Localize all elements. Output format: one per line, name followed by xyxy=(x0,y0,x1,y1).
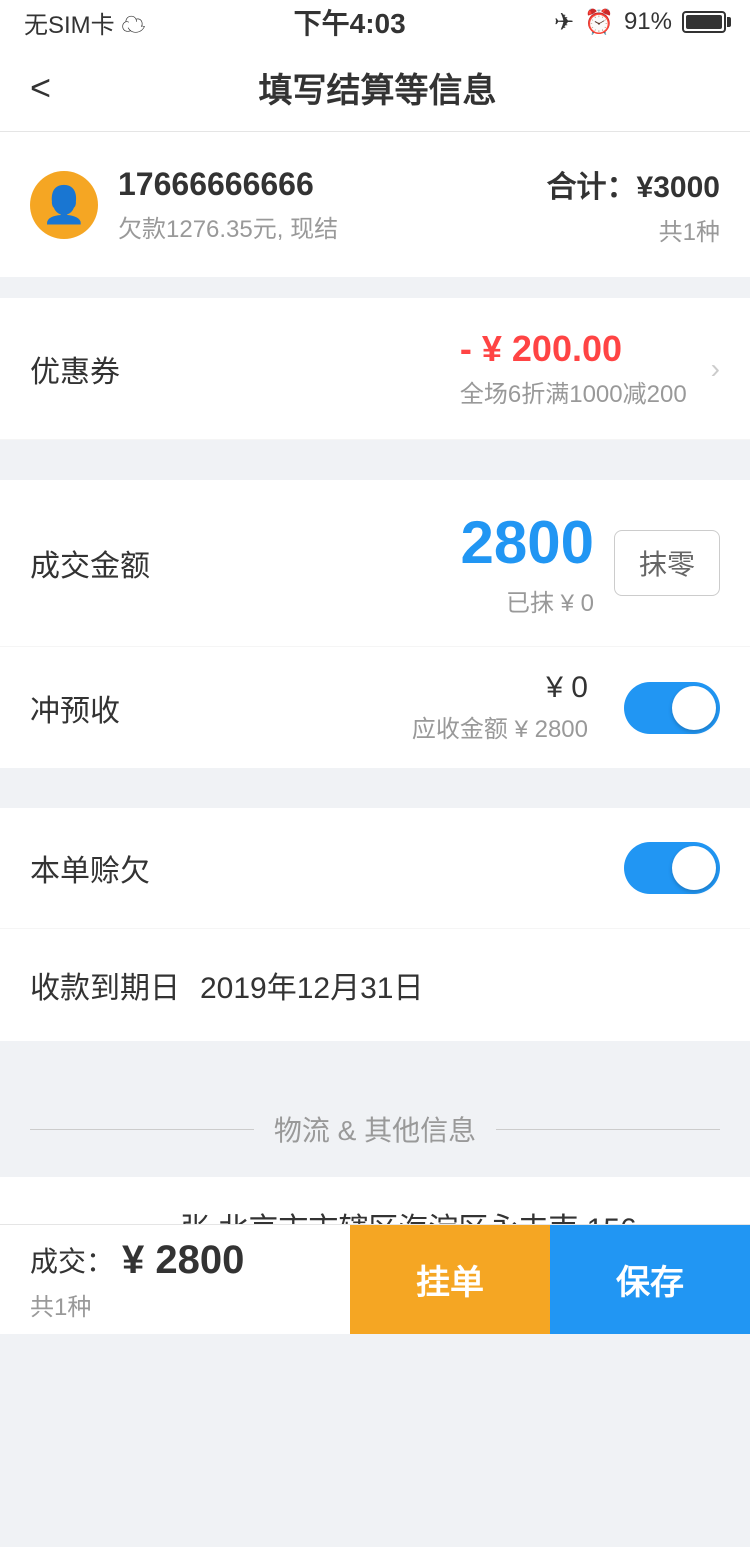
hang-button[interactable]: 挂单 xyxy=(350,1225,550,1334)
credit-row: 本单赊欠 xyxy=(0,808,750,928)
coupon-desc: 全场6折满1000减200 xyxy=(460,374,687,409)
save-button[interactable]: 保存 xyxy=(550,1225,750,1334)
customer-sub: 欠款1276.35元, 现结 xyxy=(118,209,547,244)
coupon-info: - ¥ 200.00 全场6折满1000减200 xyxy=(460,328,687,409)
total-amount: 合计：¥3000 xyxy=(547,162,720,206)
footer-bar: 成交： ¥ 2800 共1种 挂单 保存 xyxy=(0,1224,750,1334)
round-zero-button[interactable]: 抹零 xyxy=(614,530,720,596)
deal-amount-value: 2800 xyxy=(461,508,594,577)
credit-toggle[interactable] xyxy=(624,842,720,894)
footer-count: 共1种 xyxy=(30,1287,320,1322)
prepayment-amount: ¥ 0 xyxy=(412,671,588,705)
deal-amount-info: 2800 已抹 ¥ 0 xyxy=(461,508,594,618)
logistics-text: 物流 & 其他信息 xyxy=(274,1109,476,1149)
credit-label: 本单赊欠 xyxy=(30,846,150,890)
logistics-line-left xyxy=(30,1129,254,1130)
prepayment-info: ¥ 0 应收金额 ¥ 2800 xyxy=(412,671,588,744)
divider-1 xyxy=(0,460,750,480)
footer-amount: ¥ 2800 xyxy=(122,1238,244,1283)
coupon-section: 优惠券 - ¥ 200.00 全场6折满1000减200 › xyxy=(0,298,750,440)
prepayment-right: ¥ 0 应收金额 ¥ 2800 xyxy=(412,671,720,744)
credit-toggle-thumb xyxy=(672,846,716,890)
coupon-right: - ¥ 200.00 全场6折满1000减200 › xyxy=(460,328,720,409)
status-left: 无SIM卡 ☁ xyxy=(24,5,145,40)
divider-2 xyxy=(0,788,750,808)
page-title: 填写结算等信息 xyxy=(71,63,684,112)
nav-bar: < 填写结算等信息 xyxy=(0,44,750,132)
back-button[interactable]: < xyxy=(30,67,51,109)
toggle-thumb xyxy=(672,686,716,730)
battery-percent: 91% xyxy=(624,8,672,36)
time-label: 下午4:03 xyxy=(294,2,406,42)
avatar-icon: 👤 xyxy=(42,184,87,226)
avatar: 👤 xyxy=(30,171,98,239)
logistics-line-right xyxy=(496,1129,720,1130)
deal-amount-label: 成交金额 xyxy=(30,541,150,585)
prepayment-row: 冲预收 ¥ 0 应收金额 ¥ 2800 xyxy=(0,646,750,768)
location-icon: ✈ xyxy=(554,8,574,37)
deal-right: 2800 已抹 ¥ 0 抹零 xyxy=(461,508,721,618)
alarm-icon: ⏰ xyxy=(584,8,614,37)
prepayment-label: 冲预收 xyxy=(30,686,120,730)
customer-row: 👤 17666666666 欠款1276.35元, 现结 合计：¥3000 共1… xyxy=(0,132,750,278)
footer-deal: 成交： ¥ 2800 xyxy=(30,1238,320,1283)
customer-section: 👤 17666666666 欠款1276.35元, 现结 合计：¥3000 共1… xyxy=(0,132,750,278)
prepayment-sub: 应收金额 ¥ 2800 xyxy=(412,709,588,744)
status-bar: 无SIM卡 ☁ 下午4:03 ✈ ⏰ 91% xyxy=(0,0,750,44)
deal-amount-row: 成交金额 2800 已抹 ¥ 0 抹零 xyxy=(0,480,750,646)
prepayment-toggle[interactable] xyxy=(624,682,720,734)
customer-info: 17666666666 欠款1276.35元, 现结 xyxy=(118,166,547,244)
battery-icon xyxy=(682,11,726,33)
total-sub: 共1种 xyxy=(547,212,720,247)
credit-section: 本单赊欠 收款到期日 2019年12月31日 xyxy=(0,808,750,1041)
footer-deal-label: 成交： xyxy=(30,1240,114,1280)
coupon-amount: - ¥ 200.00 xyxy=(460,328,687,370)
coupon-row[interactable]: 优惠券 - ¥ 200.00 全场6折满1000减200 › xyxy=(0,298,750,440)
chevron-right-icon: › xyxy=(711,353,720,385)
deal-section: 成交金额 2800 已抹 ¥ 0 抹零 冲预收 ¥ 0 应收金额 ¥ 2800 xyxy=(0,480,750,768)
due-date-label: 收款到期日 xyxy=(30,963,180,1007)
sim-label: 无SIM卡 ☁ xyxy=(24,5,145,40)
due-date-value: 2019年12月31日 xyxy=(200,963,423,1007)
status-right: ✈ ⏰ 91% xyxy=(554,8,726,37)
customer-total: 合计：¥3000 共1种 xyxy=(547,162,720,247)
logistics-header: 物流 & 其他信息 xyxy=(0,1081,750,1177)
deal-amount-sub: 已抹 ¥ 0 xyxy=(461,583,594,618)
due-date-row: 收款到期日 2019年12月31日 xyxy=(0,928,750,1041)
coupon-label: 优惠券 xyxy=(30,347,120,391)
divider-3 xyxy=(0,1061,750,1081)
bottom-spacer xyxy=(0,1347,750,1547)
customer-phone: 17666666666 xyxy=(118,166,547,203)
footer-summary: 成交： ¥ 2800 共1种 xyxy=(0,1225,350,1334)
